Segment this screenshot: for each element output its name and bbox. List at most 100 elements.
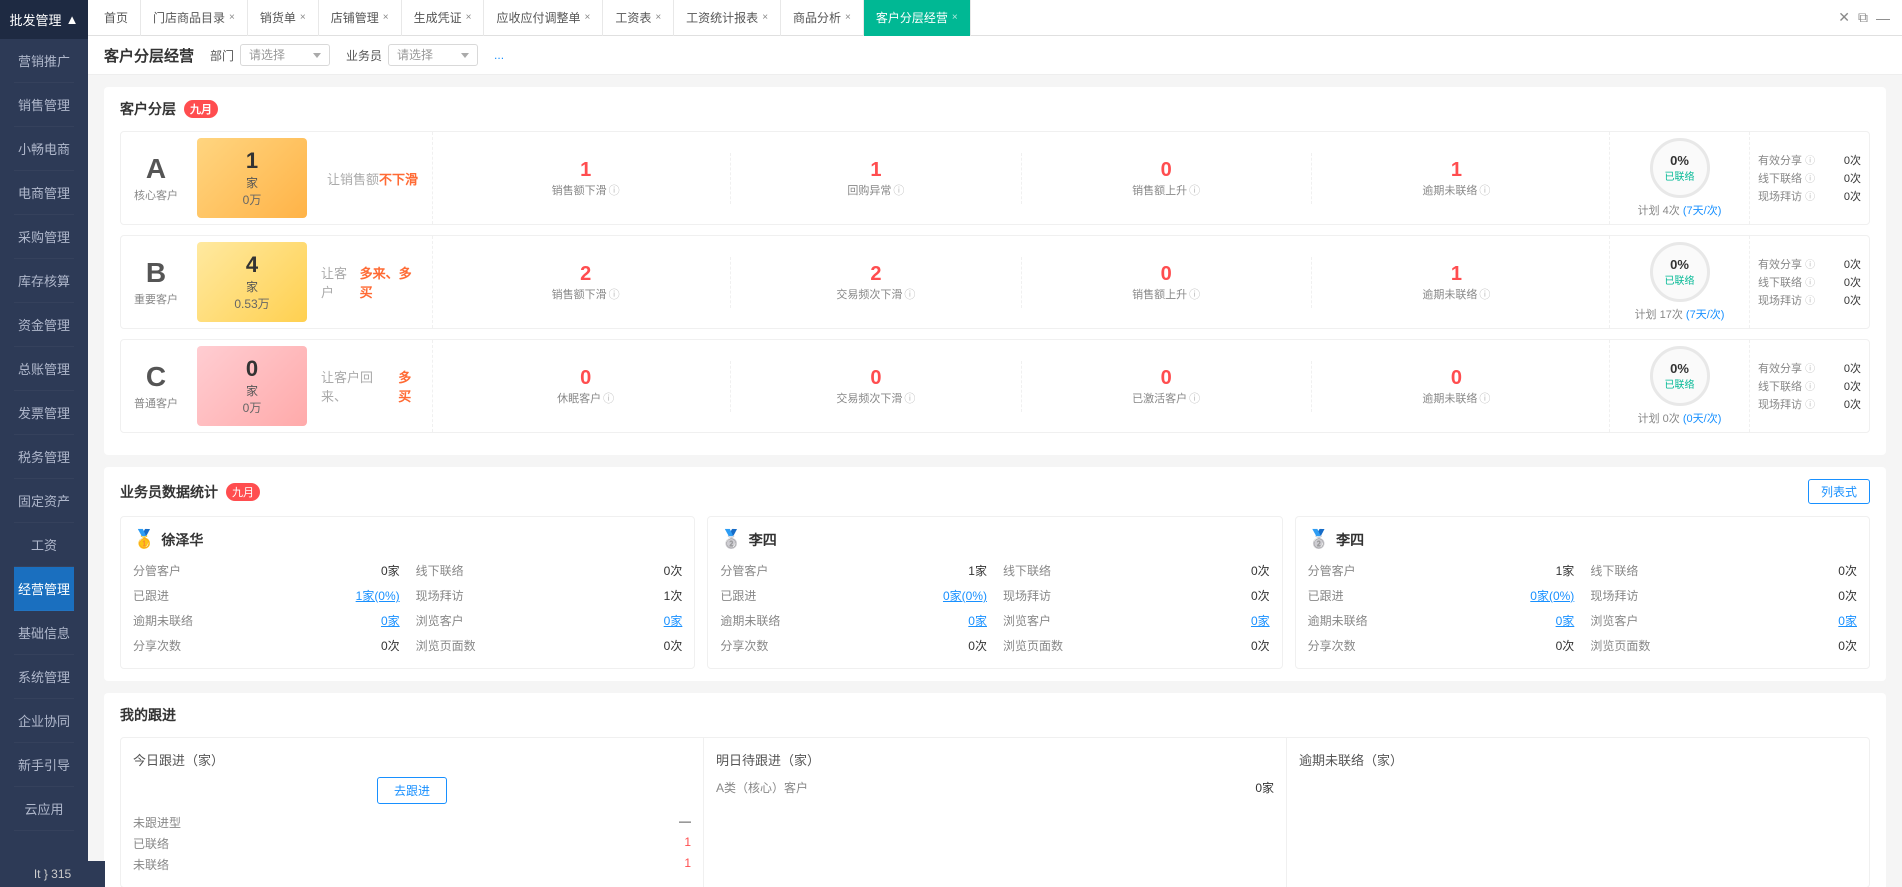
sidebar-item-系统管理[interactable]: 系统管理 [14,655,74,699]
tab-店铺管理[interactable]: 店铺管理 × [319,0,402,36]
sidebar-item-固定资产[interactable]: 固定资产 [14,479,74,523]
stat-item[interactable]: 0销售额上升 ⓘ [1022,153,1312,204]
agent-stat-value: 0次 [1838,587,1857,604]
tab-应收应付调整单[interactable]: 应收应付调整单× [484,0,603,36]
agent-stat-row: 浏览客户0家 [1590,610,1857,631]
sidebar-item-新手引导[interactable]: 新手引导 [14,743,74,787]
tier-letter: B [146,257,166,289]
more-filters-btn[interactable]: ... [494,48,504,62]
agent-stat-value[interactable]: 0家 [664,612,683,629]
tab-label: 首页 [104,9,128,26]
tab-close-icon[interactable]: × [655,12,661,23]
stat-item[interactable]: 0休眠客户 ⓘ [441,361,731,412]
tab-工资表[interactable]: 工资表× [603,0,674,36]
sidebar-item-电商管理[interactable]: 电商管理 [14,171,74,215]
stat-item[interactable]: 0销售额上升 ⓘ [1022,257,1312,308]
right-stat-row: 有效分享 ⓘ0次 [1758,256,1861,272]
tab-工资统计报表[interactable]: 工资统计报表× [674,0,781,36]
tab-close-icon[interactable]: × [584,12,590,23]
sidebar-item-工资[interactable]: 工资 [14,523,74,567]
contact-circle: 0% 已联络 [1650,346,1710,406]
agent-stat-value[interactable]: 0家 [1556,612,1575,629]
tier-count-block[interactable]: 0家0万 [197,346,307,426]
sidebar-title: 批发管理 [10,10,62,29]
stat-item[interactable]: 1回购异常 ⓘ [731,153,1021,204]
agent-stat-row: 分享次数0次 [133,635,400,656]
agent-stat-value[interactable]: 0家 [1838,612,1857,629]
tier-count-block[interactable]: 4家0.53万 [197,242,307,322]
sidebar-item-销售管理[interactable]: 销售管理 [14,83,74,127]
tier-row-C: C普通客户0家0万让客户回来、多买0休眠客户 ⓘ0交易频次下滑 ⓘ0已激活客户 … [120,339,1870,433]
tab-close-icon[interactable]: × [952,12,958,23]
stat-item[interactable]: 1逾期未联络 ⓘ [1312,257,1601,308]
sidebar-item-经营管理[interactable]: 经营管理 [14,567,74,611]
agent-stats-grid: 分管客户1家线下联络0次已跟进0家(0%)现场拜访0次逾期未联络0家浏览客户0家… [1308,560,1857,656]
tabs-end: ✕ ⧉ — [1838,9,1898,26]
right-stat-row: 有效分享 ⓘ0次 [1758,360,1861,376]
sidebar-item-企业协同[interactable]: 企业协同 [14,699,74,743]
agent-stat-row: 浏览页面数0次 [1590,635,1857,656]
tab-销货单[interactable]: 销货单× [248,0,319,36]
tab-门店商品目录[interactable]: 门店商品目录× [141,0,248,36]
sidebar-item-基础信息[interactable]: 基础信息 [14,611,74,655]
tier-name: 核心客户 [134,187,178,203]
agent-stat-value[interactable]: 0家 [381,612,400,629]
stat-item[interactable]: 0交易频次下滑 ⓘ [731,361,1021,412]
stat-item[interactable]: 1销售额下滑 ⓘ [441,153,731,204]
restore-window-icon[interactable]: ⧉ [1858,9,1868,26]
main-area: 首页门店商品目录×销货单×店铺管理×生成凭证×应收应付调整单×工资表×工资统计报… [88,0,1902,887]
stat-item[interactable]: 0已激活客户 ⓘ [1022,361,1312,412]
tab-close-icon[interactable]: × [762,12,768,23]
tier-count-block[interactable]: 1家0万 [197,138,307,218]
agent-stat-row: 分管客户0家 [133,560,400,581]
tier-row-A: A核心客户1家0万让销售额不下滑1销售额下滑 ⓘ1回购异常 ⓘ0销售额上升 ⓘ1… [120,131,1870,225]
tab-close-icon[interactable]: × [383,12,389,23]
tab-close-icon[interactable]: × [845,12,851,23]
followup-col-title: 今日跟进（家） [133,750,691,769]
tab-close-icon[interactable]: × [466,12,472,23]
sidebar-item-库存核算[interactable]: 库存核算 [14,259,74,303]
agent-stat-value[interactable]: 0家(0%) [943,587,987,604]
tab-label: 店铺管理 [331,9,379,26]
sidebar-item-云应用[interactable]: 云应用 [14,787,74,831]
list-view-button[interactable]: 列表式 [1808,479,1870,504]
sidebar-item-总账管理[interactable]: 总账管理 [14,347,74,391]
agent-select[interactable]: 请选择 [388,44,478,66]
tier-label-C: C普通客户 [121,340,191,432]
tab-close-icon[interactable]: × [229,12,235,23]
agent-stat-value[interactable]: 0家 [968,612,987,629]
agent-stat-value[interactable]: 1家(0%) [356,587,400,604]
contact-plan: 计划 0次 (0天/次) [1638,410,1722,426]
dept-select[interactable]: 请选择 [240,44,330,66]
stat-item[interactable]: 2交易频次下滑 ⓘ [731,257,1021,308]
sidebar-item-采购管理[interactable]: 采购管理 [14,215,74,259]
sidebar-item-发票管理[interactable]: 发票管理 [14,391,74,435]
agent-stat-value: 0次 [664,562,683,579]
biz-section-title: 业务员数据统计 [120,482,218,502]
sidebar-header[interactable]: 批发管理 ▲ [0,0,88,39]
followup-col: 明日待跟进（家）A类（核心）客户0家 [704,738,1287,887]
agent-stat-value: 0次 [968,637,987,654]
stat-item[interactable]: 1逾期未联络 ⓘ [1312,153,1601,204]
sidebar-item-营销推广[interactable]: 营销推广 [14,39,74,83]
agent-stat-value[interactable]: 0家 [1251,612,1270,629]
tab-商品分析[interactable]: 商品分析× [781,0,864,36]
tier-slogan: 让客户回来、多买 [313,340,433,432]
tab-生成凭证[interactable]: 生成凭证× [402,0,485,36]
tab-close-icon[interactable]: × [300,12,306,23]
stat-item[interactable]: 2销售额下滑 ⓘ [441,257,731,308]
stat-item[interactable]: 0逾期未联络 ⓘ [1312,361,1601,412]
sidebar-item-税务管理[interactable]: 税务管理 [14,435,74,479]
agent-stat-value[interactable]: 0家(0%) [1530,587,1574,604]
close-window-icon[interactable]: ✕ [1838,9,1850,26]
goto-followup-button[interactable]: 去跟进 [377,777,447,804]
sidebar-item-资金管理[interactable]: 资金管理 [14,303,74,347]
tab-首页[interactable]: 首页 [92,0,141,36]
sidebar-item-小畅电商[interactable]: 小畅电商 [14,127,74,171]
tier-stats: 0休眠客户 ⓘ0交易频次下滑 ⓘ0已激活客户 ⓘ0逾期未联络 ⓘ [433,340,1609,432]
agent-stat-row: 分管客户1家 [720,560,987,581]
minimize-window-icon[interactable]: — [1876,10,1890,26]
followup-row: 未联络1 [133,854,691,875]
followup-row: 已联络1 [133,833,691,854]
tab-客户分层经营[interactable]: 客户分层经营× [864,0,971,36]
